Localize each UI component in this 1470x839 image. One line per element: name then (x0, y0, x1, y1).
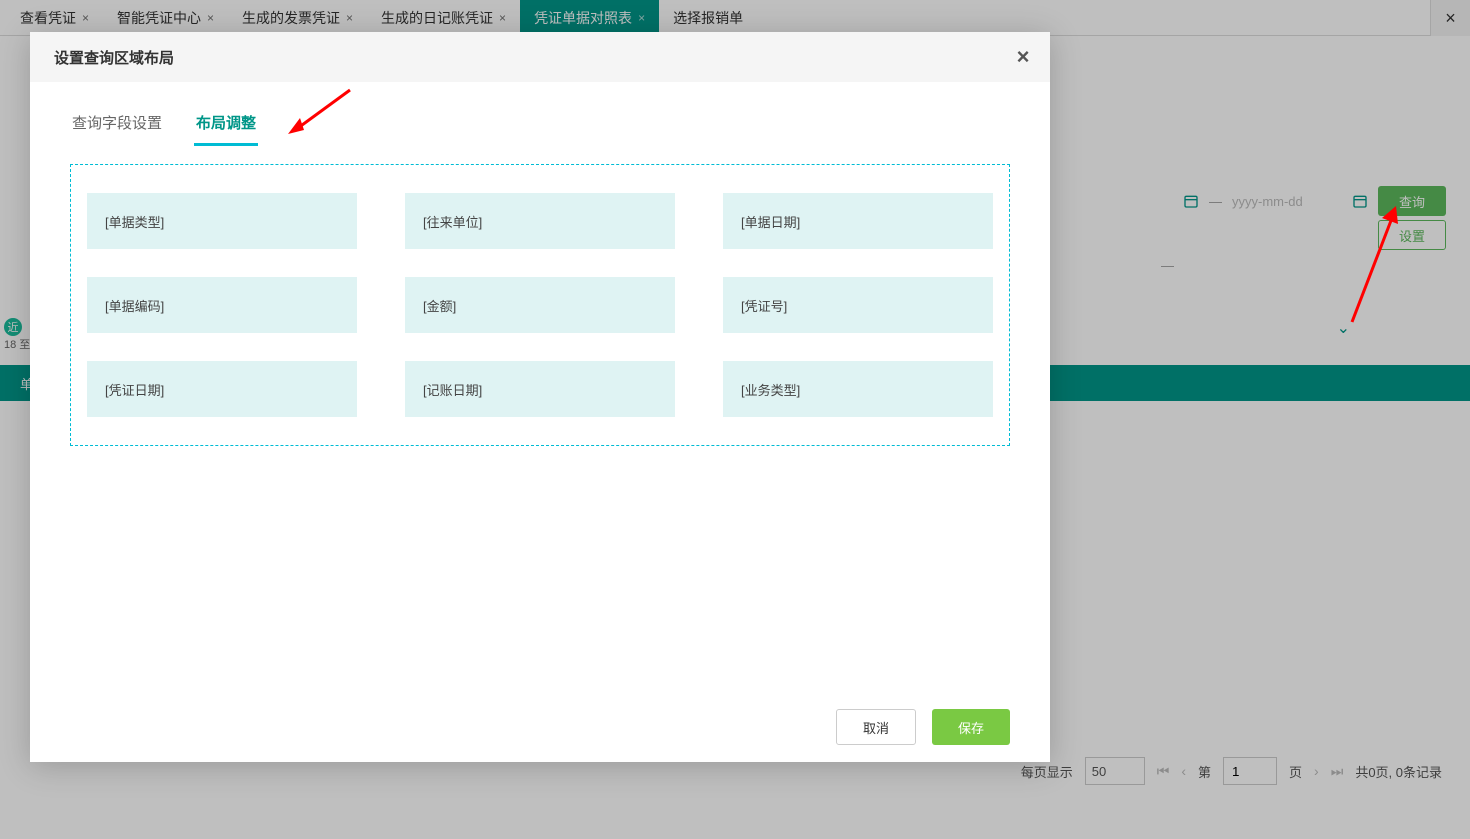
tab-layout-adjust[interactable]: 布局调整 (194, 106, 258, 146)
field-chip-voucher-date[interactable]: [凭证日期] (87, 361, 357, 417)
tab-query-fields[interactable]: 查询字段设置 (70, 106, 164, 146)
modal-footer: 取消 保存 (30, 692, 1050, 762)
field-chip-doc-date[interactable]: [单据日期] (723, 193, 993, 249)
cancel-button[interactable]: 取消 (836, 709, 916, 745)
field-chip-amount[interactable]: [金额] (405, 277, 675, 333)
field-chip-doc-code[interactable]: [单据编码] (87, 277, 357, 333)
modal-tabs: 查询字段设置 布局调整 (70, 106, 1010, 146)
field-chip-voucher-no[interactable]: [凭证号] (723, 277, 993, 333)
layout-settings-modal: 设置查询区域布局 × 查询字段设置 布局调整 [单据类型] [往来单位] [单据… (30, 32, 1050, 762)
field-chip-partner[interactable]: [往来单位] (405, 193, 675, 249)
field-chip-business-type[interactable]: [业务类型] (723, 361, 993, 417)
layout-drop-zone[interactable]: [单据类型] [往来单位] [单据日期] [单据编码] [金额] [凭证号] [… (70, 164, 1010, 446)
field-chip-doc-type[interactable]: [单据类型] (87, 193, 357, 249)
field-chip-posting-date[interactable]: [记账日期] (405, 361, 675, 417)
close-icon[interactable]: × (1010, 44, 1036, 70)
modal-header: 设置查询区域布局 × (30, 32, 1050, 82)
modal-title: 设置查询区域布局 (54, 47, 174, 68)
save-button[interactable]: 保存 (932, 709, 1010, 745)
